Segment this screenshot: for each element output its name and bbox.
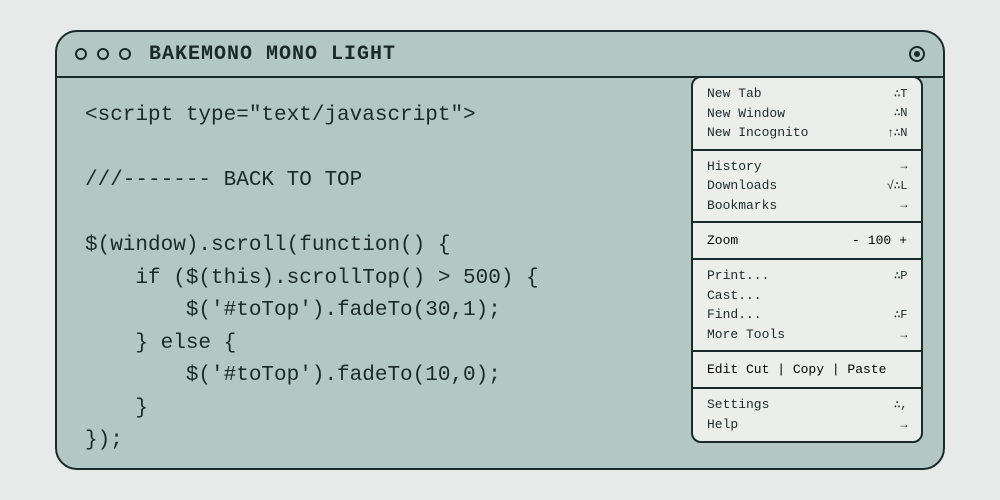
menu-section-settings: Settings ∴, Help → [693, 389, 921, 440]
zoom-in-button[interactable]: + [899, 233, 907, 248]
menu-label: New Tab [707, 85, 762, 103]
close-icon[interactable] [75, 48, 87, 60]
menu-shortcut: → [900, 417, 907, 433]
menu-label: History [707, 158, 762, 176]
app-window: BAKEMONO MONO LIGHT <script type="text/j… [55, 30, 945, 470]
edit-label: Edit Cut | Copy | Paste [707, 362, 886, 377]
menu-shortcut: → [900, 197, 907, 213]
menu-item-bookmarks[interactable]: Bookmarks → [693, 196, 921, 216]
menu-item-new-tab[interactable]: New Tab ∴T [693, 84, 921, 104]
menu-item-zoom: Zoom - 100 + [693, 229, 921, 252]
menu-item-edit[interactable]: Edit Cut | Copy | Paste [693, 358, 921, 381]
menu-section-history: History → Downloads √∴L Bookmarks → [693, 151, 921, 224]
menu-label: Print... [707, 267, 769, 285]
window-controls [75, 48, 131, 60]
zoom-label: Zoom [707, 233, 738, 248]
menu-label: New Window [707, 105, 785, 123]
menu-section-edit: Edit Cut | Copy | Paste [693, 352, 921, 389]
window-title: BAKEMONO MONO LIGHT [149, 43, 396, 66]
menu-shortcut: → [900, 158, 907, 174]
zoom-out-button[interactable]: - [852, 233, 860, 248]
menu-item-new-window[interactable]: New Window ∴N [693, 104, 921, 124]
target-icon[interactable] [909, 46, 925, 62]
menu-shortcut: ∴T [894, 86, 907, 102]
menu-label: New Incognito [707, 124, 808, 142]
menu-label: Cast... [707, 287, 762, 305]
menu-label: Settings [707, 396, 769, 414]
menu-item-history[interactable]: History → [693, 157, 921, 177]
content-area: <script type="text/javascript"> ///-----… [57, 78, 943, 468]
menu-section-zoom: Zoom - 100 + [693, 223, 921, 260]
context-menu: New Tab ∴T New Window ∴N New Incognito ↑… [691, 76, 923, 443]
titlebar: BAKEMONO MONO LIGHT [57, 32, 943, 78]
zoom-value: 100 [868, 233, 891, 248]
maximize-icon[interactable] [119, 48, 131, 60]
menu-shortcut: ∴N [894, 105, 907, 121]
menu-label: Help [707, 416, 738, 434]
menu-shortcut: ↑∴N [887, 125, 907, 141]
menu-item-print[interactable]: Print... ∴P [693, 266, 921, 286]
menu-item-find[interactable]: Find... ∴F [693, 305, 921, 325]
menu-label: Bookmarks [707, 197, 777, 215]
menu-item-help[interactable]: Help → [693, 415, 921, 435]
menu-shortcut: ∴, [894, 397, 907, 413]
minimize-icon[interactable] [97, 48, 109, 60]
menu-shortcut: ∴P [894, 268, 907, 284]
menu-item-downloads[interactable]: Downloads √∴L [693, 176, 921, 196]
menu-item-new-incognito[interactable]: New Incognito ↑∴N [693, 123, 921, 143]
menu-item-cast[interactable]: Cast... [693, 286, 921, 306]
menu-label: More Tools [707, 326, 785, 344]
menu-shortcut: → [900, 327, 907, 343]
menu-shortcut: ∴F [894, 307, 907, 323]
menu-item-more-tools[interactable]: More Tools → [693, 325, 921, 345]
menu-section-new: New Tab ∴T New Window ∴N New Incognito ↑… [693, 78, 921, 151]
menu-shortcut: √∴L [887, 178, 907, 194]
menu-item-settings[interactable]: Settings ∴, [693, 395, 921, 415]
menu-section-tools: Print... ∴P Cast... Find... ∴F More Tool… [693, 260, 921, 352]
menu-label: Find... [707, 306, 762, 324]
menu-label: Downloads [707, 177, 777, 195]
